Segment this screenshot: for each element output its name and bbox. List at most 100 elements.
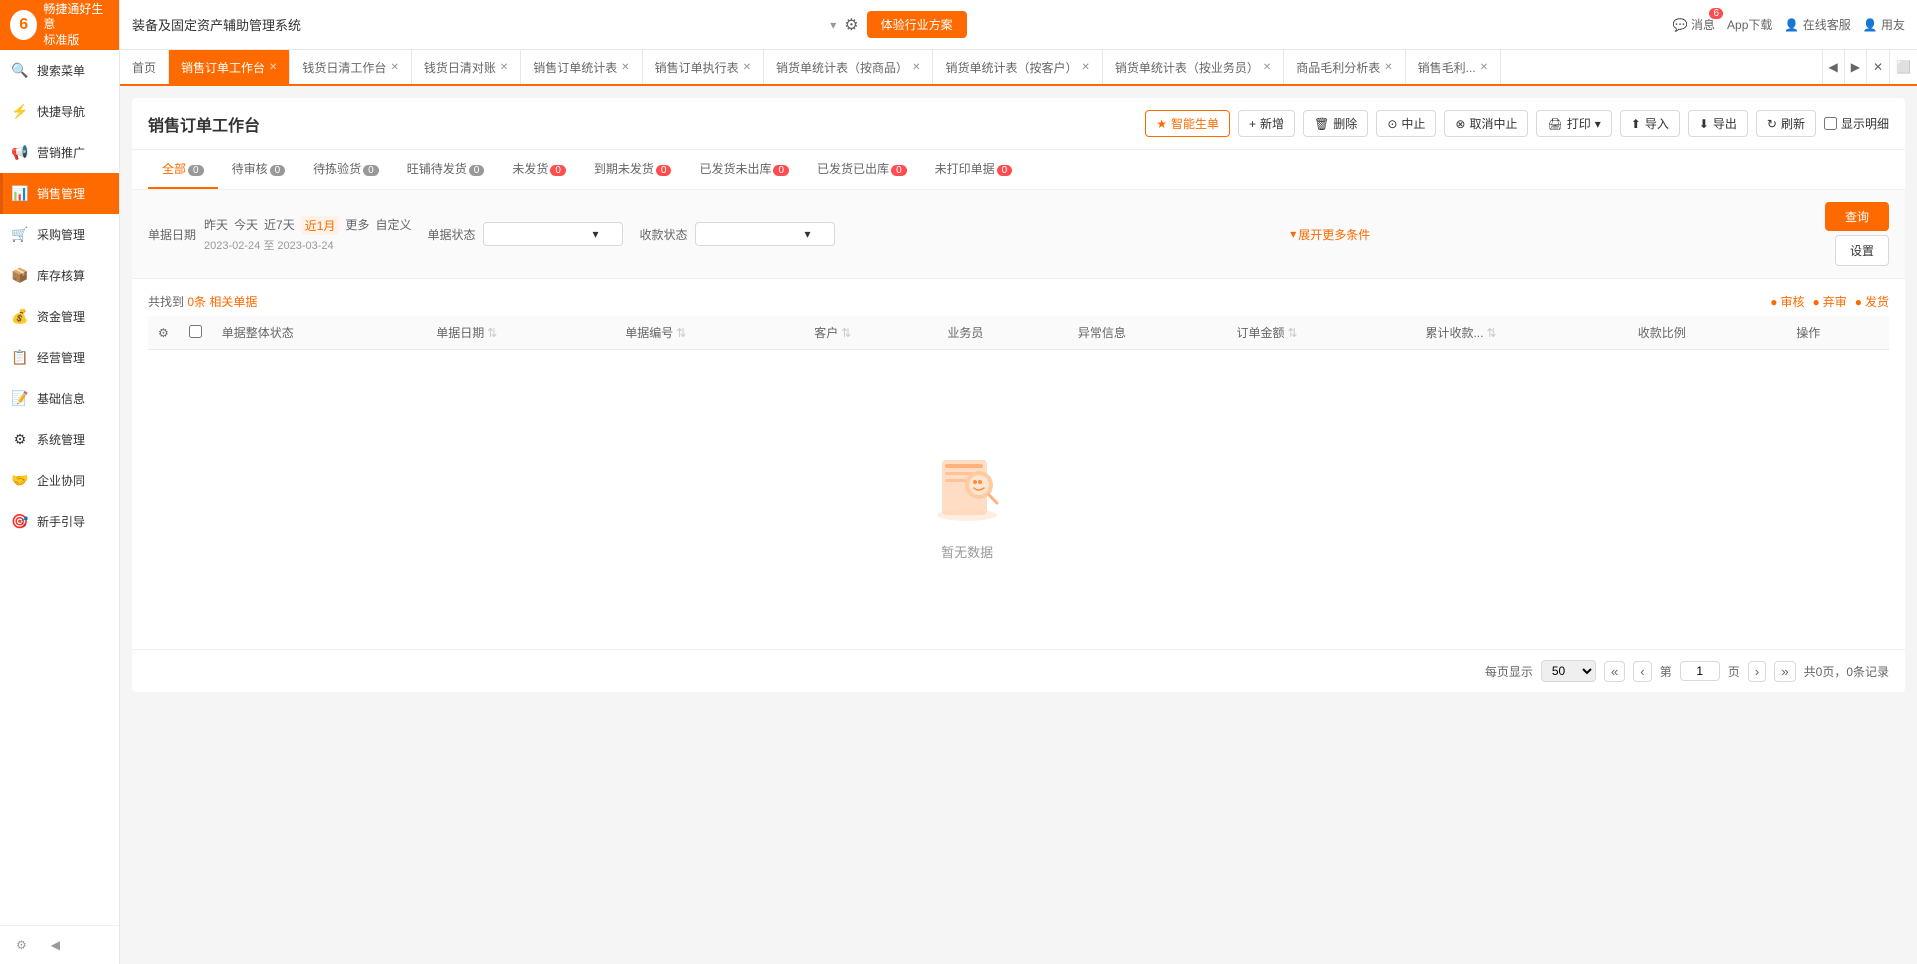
tab-close-8[interactable]: ✕ [1263,62,1271,73]
tab-close-all[interactable]: ✕ [1866,50,1889,84]
tab-close-9[interactable]: ✕ [1384,62,1392,73]
tab-nav-left[interactable]: ◀ [1822,50,1844,84]
sidebar-item-6[interactable]: 💰资金管理 [0,296,119,337]
sidebar-item-2[interactable]: 📢营销推广 [0,132,119,173]
date-opt-0[interactable]: 昨天 [204,216,228,235]
smart-btn[interactable]: ★ 智能生单 [1145,110,1230,137]
tab-item-8[interactable]: 销货单统计表（按业务员）✕ [1103,50,1284,85]
tab-item-7[interactable]: 销货单统计表（按客户）✕ [933,50,1102,85]
app-download-btn[interactable]: App下载 [1727,16,1772,33]
online-service-btn[interactable]: 👤 在线客服 [1784,16,1850,33]
tab-nav-right[interactable]: ▶ [1844,50,1866,84]
table-action-0[interactable]: ●审核 [1770,293,1804,310]
top-header: 装备及固定资产辅助管理系统 ▾ ⚙ 体验行业方案 💬 消息 6 App下载 👤 … [120,0,1917,50]
cancel-suspend-btn[interactable]: ⊗ 取消中止 [1444,110,1528,137]
query-btn[interactable]: 查询 [1825,202,1889,231]
tab-close-3[interactable]: ✕ [500,62,508,73]
filter-tab-3[interactable]: 旺铺待发货0 [393,150,499,189]
config-icon[interactable]: ⚙ [158,326,169,340]
tab-close-7[interactable]: ✕ [1081,62,1089,73]
sidebar-item-3[interactable]: 📊销售管理 [0,173,119,214]
tab-close-4[interactable]: ✕ [621,62,629,73]
tab-item-3[interactable]: 钱货日清对账✕ [412,50,521,85]
col-label-5: 异常信息 [1078,326,1126,340]
tab-close-5[interactable]: ✕ [743,62,751,73]
add-btn[interactable]: + 新增 [1238,110,1295,137]
th-checkbox[interactable] [179,316,212,350]
date-opt-2[interactable]: 近7天 [264,216,295,235]
th-col-1: 单据日期⇅ [426,316,615,350]
sidebar-item-5[interactable]: 📦库存核算 [0,255,119,296]
select-all-checkbox[interactable] [189,325,202,338]
table-action-2[interactable]: ●发货 [1855,293,1889,310]
message-badge[interactable]: 💬 消息 6 [1673,16,1715,33]
settings-icon[interactable]: ⚙ [844,15,858,35]
page-size-select[interactable]: 50 100 200 [1541,660,1596,682]
show-detail-checkbox[interactable] [1824,117,1837,130]
user-info[interactable]: 👤 用友 [1863,16,1905,33]
filter-tab-8[interactable]: 未打印单据0 [921,150,1027,189]
sidebar-item-11[interactable]: 🎯新手引导 [0,501,119,542]
sidebar-item-8[interactable]: 📝基础信息 [0,378,119,419]
import-btn[interactable]: ⬆ 导入 [1620,110,1680,137]
refresh-btn[interactable]: ↻ 刷新 [1756,110,1816,137]
show-detail-label[interactable]: 显示明细 [1824,115,1889,132]
cancel-icon: ⊗ [1455,117,1465,131]
payment-select[interactable]: ▾ [695,222,835,246]
date-opt-1[interactable]: 今天 [234,216,258,235]
tab-item-2[interactable]: 钱货日清工作台✕ [290,50,411,85]
filter-tab-4[interactable]: 未发货0 [498,150,580,189]
expand-btn[interactable]: ▾ 展开更多条件 [1290,226,1370,243]
sidebar-item-7[interactable]: 📋经营管理 [0,337,119,378]
prev-page-btn[interactable]: ‹ [1633,661,1651,682]
filter-tab-6[interactable]: 已发货未出库0 [685,150,803,189]
sidebar-item-9[interactable]: ⚙系统管理 [0,419,119,460]
status-select[interactable]: ▾ [483,222,623,246]
date-opt-4[interactable]: 更多 [345,216,369,235]
sidebar-item-10[interactable]: 🤝企业协同 [0,460,119,501]
first-page-btn[interactable]: « [1604,661,1625,682]
tab-item-4[interactable]: 销售订单统计表✕ [521,50,642,85]
filter-tab-2[interactable]: 待拣验货0 [299,150,393,189]
collapse-btn[interactable]: ◀ [43,934,68,956]
settings-btn[interactable]: 设置 [1835,235,1889,266]
sidebar-item-1[interactable]: ⚡快捷导航 [0,91,119,132]
tab-close-10[interactable]: ✕ [1480,62,1488,73]
settings-bottom-btn[interactable]: ⚙ [8,934,35,956]
tab-close-1[interactable]: ✕ [269,62,277,73]
filter-tab-7[interactable]: 已发货已出库0 [803,150,921,189]
sort-icon-3[interactable]: ⇅ [841,326,851,340]
filter-tab-5[interactable]: 到期未发货0 [580,150,686,189]
nav-label-7: 经营管理 [37,349,85,366]
sort-icon-7[interactable]: ⇅ [1486,326,1496,340]
tab-item-5[interactable]: 销售订单执行表✕ [643,50,764,85]
print-btn[interactable]: 🖨 打印 ▾ [1536,110,1611,137]
last-page-btn[interactable]: » [1774,661,1795,682]
sidebar-item-4[interactable]: 🛒采购管理 [0,214,119,255]
tab-item-6[interactable]: 销货单统计表（按商品）✕ [764,50,933,85]
sort-icon-2[interactable]: ⇅ [676,326,686,340]
tab-maximize[interactable]: ⬜ [1889,50,1917,84]
tab-item-0[interactable]: 首页 [120,50,169,85]
industry-btn[interactable]: 体验行业方案 [867,11,967,38]
dropdown-arrow[interactable]: ▾ [830,18,836,32]
date-opt-5[interactable]: 自定义 [375,216,411,235]
sort-icon-6[interactable]: ⇅ [1287,326,1297,340]
export-btn[interactable]: ⬇ 导出 [1688,110,1748,137]
sort-icon-1[interactable]: ⇅ [487,326,497,340]
tab-item-9[interactable]: 商品毛利分析表✕ [1284,50,1405,85]
date-opt-3[interactable]: 近1月 [301,216,340,235]
page-input[interactable] [1680,661,1720,681]
suspend-btn[interactable]: ⊙ 中止 [1376,110,1436,137]
tab-close-6[interactable]: ✕ [912,62,920,73]
next-page-btn[interactable]: › [1748,661,1766,682]
filter-tab-0[interactable]: 全部0 [148,150,218,189]
table-action-1[interactable]: ●弃审 [1812,293,1846,310]
tab-item-1[interactable]: 销售订单工作台✕ [169,50,290,85]
tab-item-10[interactable]: 销售毛利...✕ [1406,50,1501,85]
filter-tab-count-7: 0 [891,165,907,176]
delete-btn[interactable]: 🗑 删除 [1303,110,1368,137]
sidebar-item-0[interactable]: 🔍搜索菜单 [0,50,119,91]
tab-close-2[interactable]: ✕ [390,62,398,73]
filter-tab-1[interactable]: 待审核0 [218,150,300,189]
